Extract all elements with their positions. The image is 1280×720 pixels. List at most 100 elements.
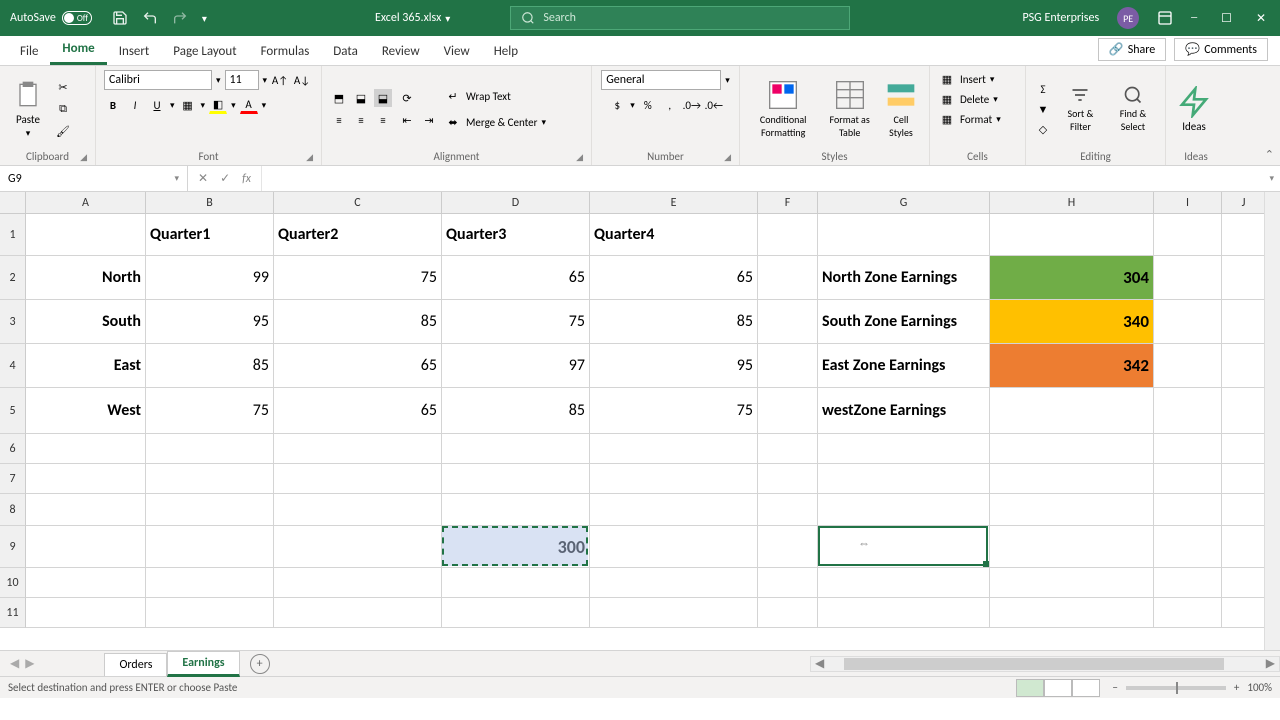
cell[interactable]: [1154, 344, 1222, 388]
cell-styles-button[interactable]: Cell Styles: [881, 77, 921, 141]
cell[interactable]: [758, 388, 818, 434]
cell[interactable]: [990, 526, 1154, 568]
redo-icon[interactable]: [172, 10, 188, 26]
tab-review[interactable]: Review: [370, 38, 432, 65]
fill-color-icon[interactable]: ◧: [209, 96, 227, 114]
enter-formula-icon[interactable]: ✓: [220, 171, 230, 186]
cell[interactable]: [818, 434, 990, 464]
scroll-right-icon[interactable]: ▶: [1262, 656, 1279, 671]
scroll-left-icon[interactable]: ◀: [811, 656, 828, 671]
formula-input[interactable]: [262, 166, 1263, 191]
cell[interactable]: [146, 526, 274, 568]
align-middle-icon[interactable]: ⬓: [352, 89, 370, 107]
cell[interactable]: [1154, 464, 1222, 494]
find-select-button[interactable]: Find & Select: [1109, 83, 1157, 135]
cell[interactable]: South Zone Earnings: [818, 300, 990, 344]
row-head-1[interactable]: 1: [0, 214, 26, 256]
sort-filter-button[interactable]: Sort & Filter: [1058, 83, 1103, 135]
cell[interactable]: 342: [990, 344, 1154, 388]
cell[interactable]: [990, 568, 1154, 598]
tab-data[interactable]: Data: [321, 38, 370, 65]
cell[interactable]: 75: [590, 388, 758, 434]
cell[interactable]: [758, 598, 818, 628]
row-head-11[interactable]: 11: [0, 598, 26, 628]
cell[interactable]: [274, 598, 442, 628]
cell[interactable]: [818, 568, 990, 598]
cell[interactable]: West: [26, 388, 146, 434]
cell[interactable]: 75: [274, 256, 442, 300]
cell[interactable]: [1154, 598, 1222, 628]
name-box[interactable]: G9▾: [0, 166, 188, 191]
cell[interactable]: [1222, 494, 1266, 526]
cell[interactable]: [1154, 494, 1222, 526]
cell[interactable]: [26, 568, 146, 598]
cell[interactable]: [274, 568, 442, 598]
col-head-D[interactable]: D: [442, 192, 590, 214]
conditional-formatting-button[interactable]: Conditional Formatting: [748, 77, 818, 141]
cell[interactable]: 85: [274, 300, 442, 344]
page-break-view-icon[interactable]: [1072, 679, 1100, 697]
currency-icon[interactable]: $: [608, 96, 626, 114]
cell[interactable]: [442, 494, 590, 526]
cell[interactable]: [442, 464, 590, 494]
cell[interactable]: [990, 464, 1154, 494]
row-head-2[interactable]: 2: [0, 256, 26, 300]
row-head-7[interactable]: 7: [0, 464, 26, 494]
col-head-B[interactable]: B: [146, 192, 274, 214]
cell[interactable]: [1222, 434, 1266, 464]
cell[interactable]: [990, 494, 1154, 526]
row-head-9[interactable]: 9: [0, 526, 26, 568]
cell[interactable]: [1222, 214, 1266, 256]
cell[interactable]: Quarter2: [274, 214, 442, 256]
launcher-icon[interactable]: ◢: [306, 152, 313, 163]
horizontal-scrollbar[interactable]: ◀▶: [810, 656, 1280, 672]
row-head-4[interactable]: 4: [0, 344, 26, 388]
cell[interactable]: [1154, 388, 1222, 434]
align-left-icon[interactable]: ≡: [330, 111, 348, 129]
underline-button[interactable]: U: [148, 96, 166, 114]
cell[interactable]: [1154, 256, 1222, 300]
cell[interactable]: [990, 598, 1154, 628]
cell[interactable]: [146, 494, 274, 526]
cell[interactable]: [26, 598, 146, 628]
orientation-icon[interactable]: ⟳: [398, 89, 416, 107]
launcher-icon[interactable]: ◢: [724, 152, 731, 163]
cell[interactable]: [1154, 526, 1222, 568]
cell[interactable]: East: [26, 344, 146, 388]
cell[interactable]: Quarter4: [590, 214, 758, 256]
cancel-formula-icon[interactable]: ✕: [198, 171, 208, 186]
cell[interactable]: [758, 494, 818, 526]
cell[interactable]: [818, 214, 990, 256]
format-cells-button[interactable]: ▦Format ▾: [938, 110, 1001, 128]
cell[interactable]: [758, 300, 818, 344]
cell[interactable]: [1222, 344, 1266, 388]
cut-icon[interactable]: ✂: [54, 78, 72, 96]
cell[interactable]: [590, 526, 758, 568]
tab-page-layout[interactable]: Page Layout: [161, 38, 248, 65]
cell[interactable]: [758, 526, 818, 568]
col-head-H[interactable]: H: [990, 192, 1154, 214]
share-button[interactable]: 🔗 Share: [1098, 38, 1167, 61]
cell[interactable]: [26, 434, 146, 464]
cell[interactable]: 65: [274, 344, 442, 388]
cell[interactable]: 304: [990, 256, 1154, 300]
font-size-input[interactable]: [225, 70, 259, 90]
shrink-font-icon[interactable]: A↓: [293, 71, 311, 89]
align-center-icon[interactable]: ≡: [352, 111, 370, 129]
grow-font-icon[interactable]: A↑: [271, 71, 289, 89]
avatar[interactable]: PE: [1117, 7, 1139, 29]
cell[interactable]: 65: [274, 388, 442, 434]
cell[interactable]: 85: [590, 300, 758, 344]
font-name-input[interactable]: [104, 70, 212, 90]
cell[interactable]: [26, 494, 146, 526]
cell[interactable]: [1222, 256, 1266, 300]
cell[interactable]: [26, 214, 146, 256]
cell[interactable]: [146, 598, 274, 628]
row-head-8[interactable]: 8: [0, 494, 26, 526]
cell[interactable]: [758, 214, 818, 256]
cell[interactable]: [990, 434, 1154, 464]
merge-center-button[interactable]: ⬌Merge & Center ▾: [444, 113, 546, 131]
normal-view-icon[interactable]: [1016, 679, 1044, 697]
borders-icon[interactable]: ▦: [179, 96, 197, 114]
cell[interactable]: [758, 568, 818, 598]
